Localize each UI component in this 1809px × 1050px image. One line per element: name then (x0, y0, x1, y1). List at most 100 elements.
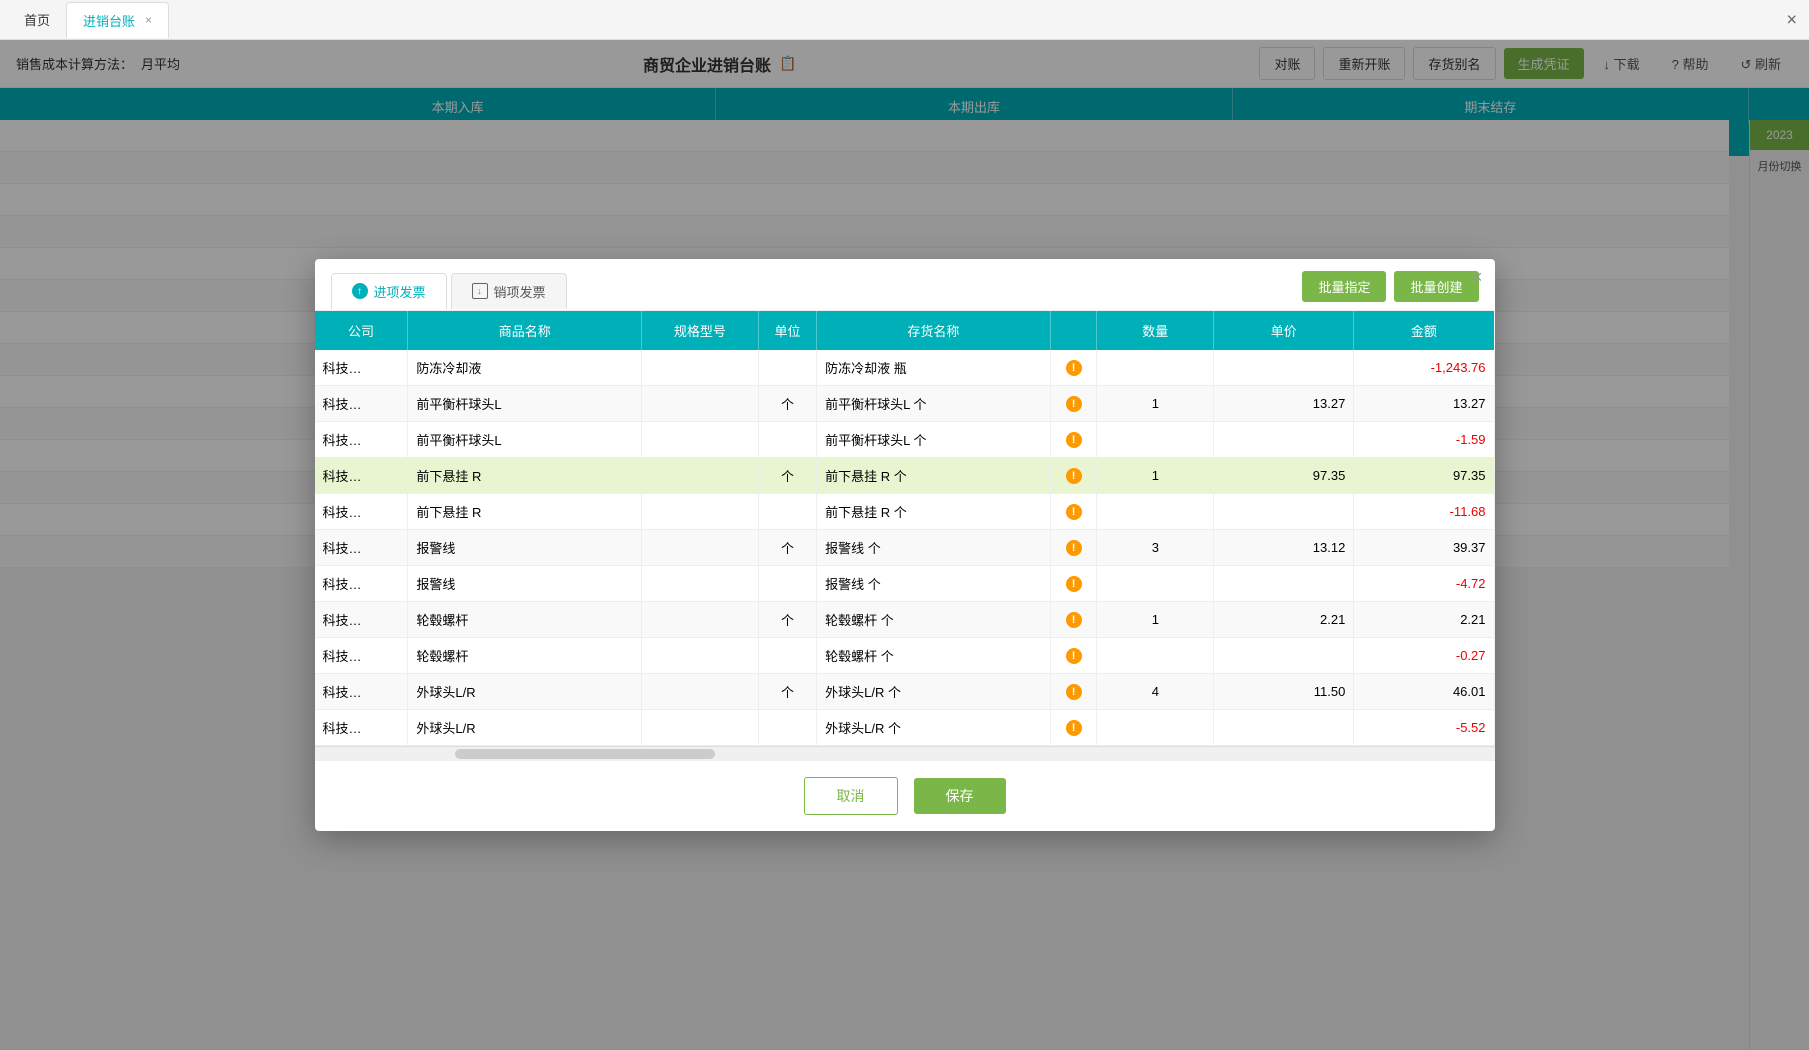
cell-unit: 个 (758, 530, 816, 566)
cell-unit (758, 566, 816, 602)
col-amount: 金额 (1354, 311, 1494, 350)
col-warning (1050, 311, 1097, 350)
col-unit-price: 单价 (1214, 311, 1354, 350)
batch-create-button[interactable]: 批量创建 (1394, 271, 1478, 302)
table-row[interactable]: 科技… 防冻冷却液 防冻冷却液 瓶 ! -1,243.76 (315, 350, 1495, 386)
cell-quantity: 3 (1097, 530, 1214, 566)
cell-unit: 个 (758, 458, 816, 494)
warning-icon: ! (1066, 504, 1082, 520)
modal-dialog: ↑ 进项发票 ↓ 销项发票 批量指定 批量创建 × 公司 (315, 259, 1495, 831)
save-button[interactable]: 保存 (914, 778, 1006, 814)
cell-unit-price: 13.12 (1214, 530, 1354, 566)
tab-close-icon[interactable]: × (145, 13, 152, 27)
cell-warning: ! (1050, 674, 1097, 710)
scrollbar-thumb[interactable] (455, 749, 715, 759)
cell-unit: 个 (758, 674, 816, 710)
cell-unit: 个 (758, 602, 816, 638)
cell-unit-price: 2.21 (1214, 602, 1354, 638)
warning-icon: ! (1066, 612, 1082, 628)
warning-icon: ! (1066, 648, 1082, 664)
modal-close-icon[interactable]: × (1472, 267, 1483, 288)
table-row[interactable]: 科技… 前下悬挂 R 个 前下悬挂 R 个 ! 1 97.35 97.35 (315, 458, 1495, 494)
cell-quantity: 1 (1097, 602, 1214, 638)
table-row[interactable]: 科技… 前平衡杆球头L 个 前平衡杆球头L 个 ! 1 13.27 13.27 (315, 386, 1495, 422)
modal-header: ↑ 进项发票 ↓ 销项发票 批量指定 批量创建 × (315, 259, 1495, 311)
cell-product-name: 轮毂螺杆 (408, 602, 642, 638)
cell-product-name: 前下悬挂 R (408, 458, 642, 494)
batch-assign-button[interactable]: 批量指定 (1302, 271, 1386, 302)
cell-spec (641, 386, 758, 422)
warning-icon: ! (1066, 540, 1082, 556)
cell-spec (641, 350, 758, 386)
tab-incoming-invoice[interactable]: ↑ 进项发票 (331, 273, 447, 310)
cell-warning: ! (1050, 530, 1097, 566)
cell-product-name: 轮毂螺杆 (408, 638, 642, 674)
cell-amount: -5.52 (1354, 710, 1494, 746)
cell-unit: 个 (758, 386, 816, 422)
cell-inventory-name: 轮毂螺杆 个 (817, 638, 1051, 674)
cell-warning: ! (1050, 602, 1097, 638)
table-row[interactable]: 科技… 轮毂螺杆 个 轮毂螺杆 个 ! 1 2.21 2.21 (315, 602, 1495, 638)
cell-warning: ! (1050, 422, 1097, 458)
cell-product-name: 前平衡杆球头L (408, 422, 642, 458)
cell-quantity (1097, 566, 1214, 602)
window-close-icon[interactable]: × (1786, 9, 1797, 30)
table-row[interactable]: 科技… 轮毂螺杆 轮毂螺杆 个 ! -0.27 (315, 638, 1495, 674)
cell-inventory-name: 报警线 个 (817, 530, 1051, 566)
table-row[interactable]: 科技… 前下悬挂 R 前下悬挂 R 个 ! -11.68 (315, 494, 1495, 530)
cell-product-name: 前下悬挂 R (408, 494, 642, 530)
invoice-table-body: 科技… 防冻冷却液 防冻冷却液 瓶 ! -1,243.76 科技… 前平衡杆球头… (315, 350, 1495, 746)
cell-amount: -11.68 (1354, 494, 1494, 530)
modal-table-wrap[interactable]: 公司 商品名称 规格型号 单位 存货名称 数量 单价 金额 科技… (315, 311, 1495, 746)
cell-company: 科技… (315, 350, 408, 386)
cell-inventory-name: 前下悬挂 R 个 (817, 458, 1051, 494)
cell-unit-price (1214, 566, 1354, 602)
cell-amount: 39.37 (1354, 530, 1494, 566)
cell-company: 科技… (315, 458, 408, 494)
cell-quantity (1097, 494, 1214, 530)
modal-header-actions: 批量指定 批量创建 (1302, 271, 1478, 310)
cell-unit-price: 13.27 (1214, 386, 1354, 422)
cancel-button[interactable]: 取消 (804, 777, 898, 815)
cell-product-name: 前平衡杆球头L (408, 386, 642, 422)
tab-active[interactable]: 进销台账 × (66, 2, 169, 38)
col-inventory-name: 存货名称 (817, 311, 1051, 350)
table-row[interactable]: 科技… 前平衡杆球头L 前平衡杆球头L 个 ! -1.59 (315, 422, 1495, 458)
cell-warning: ! (1050, 710, 1097, 746)
cell-amount: -1,243.76 (1354, 350, 1494, 386)
modal-overlay: ↑ 进项发票 ↓ 销项发票 批量指定 批量创建 × 公司 (0, 40, 1809, 1050)
cell-warning: ! (1050, 350, 1097, 386)
warning-icon: ! (1066, 576, 1082, 592)
cell-company: 科技… (315, 566, 408, 602)
cell-amount: -0.27 (1354, 638, 1494, 674)
cell-spec (641, 674, 758, 710)
col-product-name: 商品名称 (408, 311, 642, 350)
table-row[interactable]: 科技… 外球头L/R 外球头L/R 个 ! -5.52 (315, 710, 1495, 746)
cell-spec (641, 710, 758, 746)
tab-home[interactable]: 首页 (8, 2, 66, 37)
cell-inventory-name: 轮毂螺杆 个 (817, 602, 1051, 638)
cell-amount: -1.59 (1354, 422, 1494, 458)
tab-outgoing-invoice[interactable]: ↓ 销项发票 (451, 273, 567, 309)
table-row[interactable]: 科技… 报警线 个 报警线 个 ! 3 13.12 39.37 (315, 530, 1495, 566)
horizontal-scrollbar[interactable] (315, 746, 1495, 760)
warning-icon: ! (1066, 468, 1082, 484)
cell-unit-price: 11.50 (1214, 674, 1354, 710)
cell-unit (758, 638, 816, 674)
cell-warning: ! (1050, 386, 1097, 422)
table-row[interactable]: 科技… 报警线 报警线 个 ! -4.72 (315, 566, 1495, 602)
cell-inventory-name: 报警线 个 (817, 566, 1051, 602)
table-header-row: 公司 商品名称 规格型号 单位 存货名称 数量 单价 金额 (315, 311, 1495, 350)
cell-unit-price (1214, 350, 1354, 386)
cell-amount: 97.35 (1354, 458, 1494, 494)
cell-warning: ! (1050, 494, 1097, 530)
cell-spec (641, 530, 758, 566)
col-unit: 单位 (758, 311, 816, 350)
col-quantity: 数量 (1097, 311, 1214, 350)
tab-outgoing-label: 销项发票 (494, 282, 546, 301)
tab-active-label: 进销台账 (83, 11, 135, 30)
cell-quantity: 1 (1097, 458, 1214, 494)
cell-amount: 46.01 (1354, 674, 1494, 710)
cell-company: 科技… (315, 602, 408, 638)
table-row[interactable]: 科技… 外球头L/R 个 外球头L/R 个 ! 4 11.50 46.01 (315, 674, 1495, 710)
